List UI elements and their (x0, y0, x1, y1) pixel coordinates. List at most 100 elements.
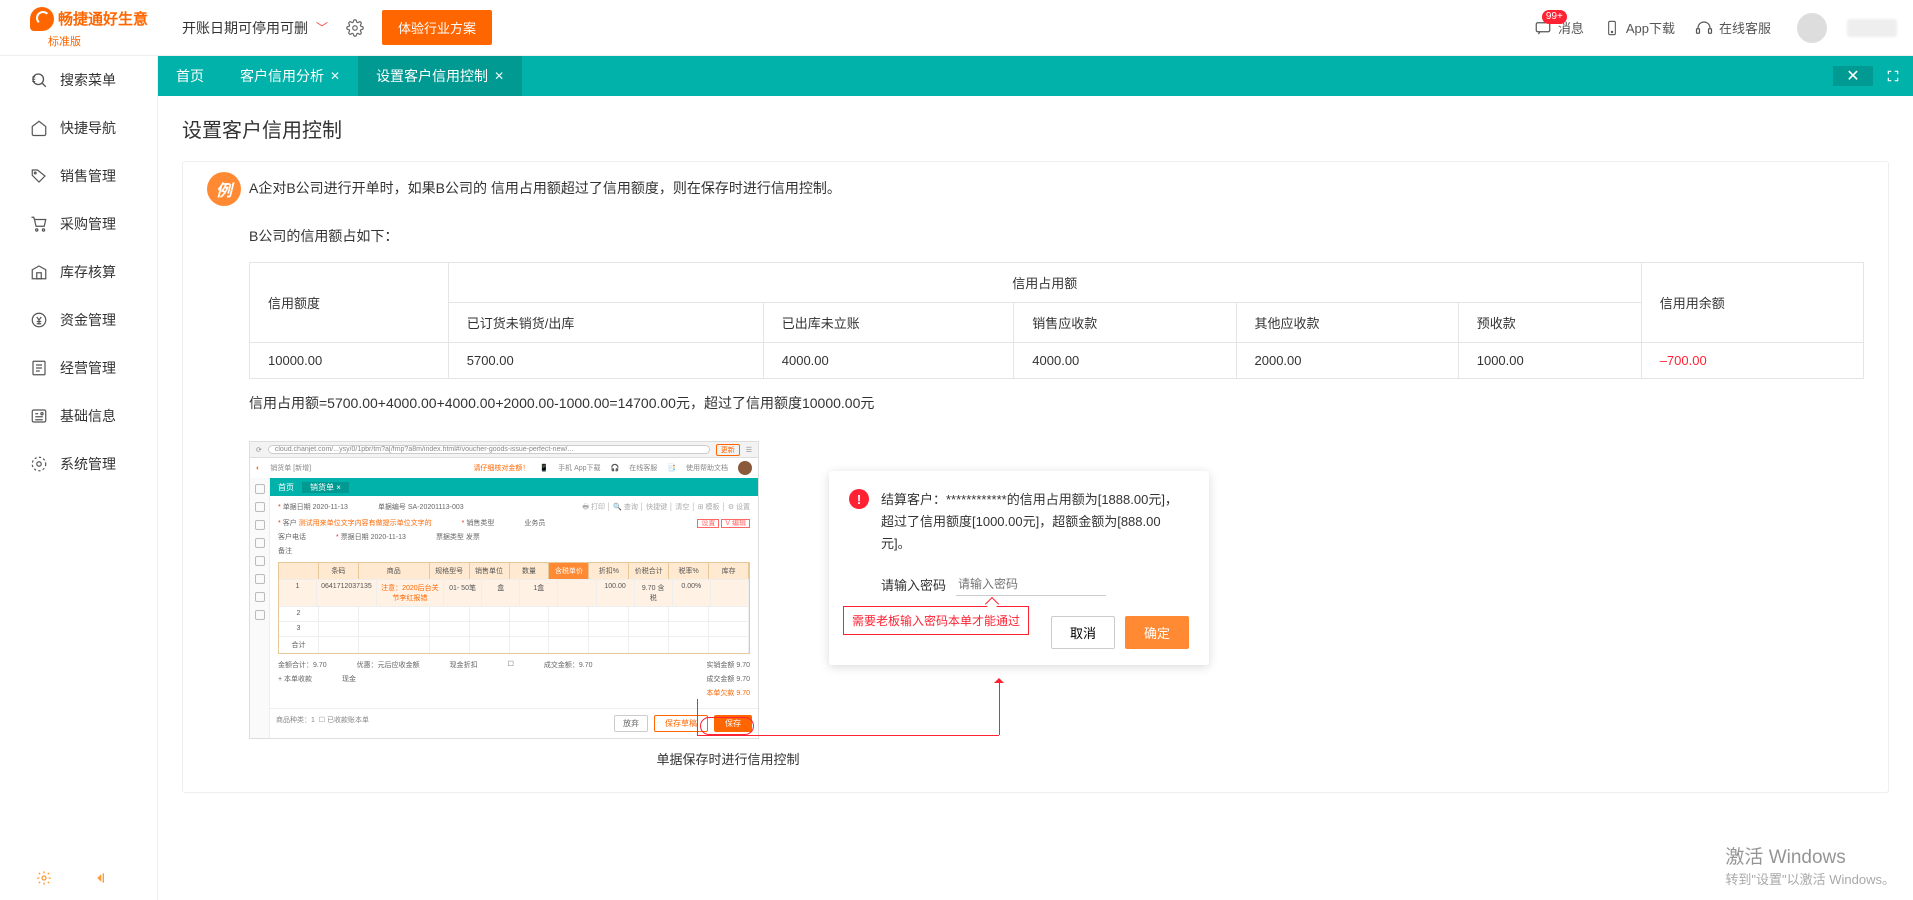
sidebar-item-label: 基础信息 (60, 406, 116, 426)
ft: 现金折扣 (450, 660, 478, 670)
messages-badge: 99+ (1542, 10, 1567, 24)
screenshot-abandon: 放弃 (614, 715, 648, 732)
settings-icon (30, 455, 48, 473)
tabs-close-all-button[interactable]: ✕ (1833, 66, 1873, 86)
cell-balance: –700.00 (1641, 343, 1863, 379)
sidebar: 搜索菜单 快捷导航 销售管理 采购管理 库存核算 资金管理 经营管理 基础信息 (0, 56, 158, 900)
example-description: A企对B公司进行开单时，如果B公司的 信用占用额超过了信用额度，则在保存时进行信… (249, 178, 841, 198)
cell: 2000.00 (1236, 343, 1458, 379)
ft: 已收款账本单 (327, 717, 369, 724)
credit-warning-dialog: ! 结算客户：************的信用占用额为[1888.00元]，超过了… (829, 471, 1209, 665)
sidebar-item-purchase[interactable]: 采购管理 (0, 200, 157, 248)
tabs-fullscreen-button[interactable] (1873, 69, 1913, 83)
sidebar-item-inventory[interactable]: 库存核算 (0, 248, 157, 296)
online-service-button[interactable]: 在线客服 (1695, 18, 1771, 37)
gc (711, 580, 749, 606)
gh: 规格型号 (430, 563, 470, 579)
password-input[interactable] (956, 573, 1106, 596)
sidebar-item-finance[interactable]: 资金管理 (0, 296, 157, 344)
dialog-ok-button[interactable]: 确定 (1125, 616, 1189, 649)
gc: 盒 (482, 580, 520, 606)
f: 备注 (278, 548, 292, 555)
ft: 成交金额 9.70 (706, 674, 750, 684)
f: 单据编号 (378, 504, 406, 511)
settings-gear-button[interactable] (346, 19, 364, 37)
illustration-caption: 单据保存时进行信用控制 (207, 749, 1207, 768)
account-selector-label: 开账日期可停用可删 (182, 18, 308, 38)
search-icon (30, 71, 48, 89)
ft: 本单收款 (284, 676, 312, 683)
annotation-arrow-v2 (999, 681, 1000, 735)
tab-credit-control-settings[interactable]: 设置客户信用控制 ✕ (358, 56, 522, 96)
annotation-arrow-v (697, 699, 698, 735)
user-avatar[interactable] (1797, 13, 1827, 43)
online-service-label: 在线客服 (1719, 18, 1771, 37)
illustration-row: ⟳ cloud.chanjet.com/...ysy/0/1pbr/tm?a[/… (207, 441, 1864, 739)
sidebar-item-system[interactable]: 系统管理 (0, 440, 157, 488)
th-credit-balance: 信用用余额 (1641, 263, 1863, 343)
dialog-cancel-button[interactable]: 取消 (1051, 616, 1115, 649)
gc: 3 (279, 622, 319, 636)
sidebar-footer-collapse-icon[interactable] (92, 870, 108, 886)
screenshot-save: 保存 (714, 715, 752, 732)
tab-home[interactable]: 首页 (158, 56, 222, 96)
screenshot-save-draft: 保存草稿 (654, 715, 708, 732)
ft: 商品种类：1 (276, 717, 315, 724)
gh: 税率% (669, 563, 709, 579)
ft: 实销金额 9.70 (706, 660, 750, 670)
page-body: 设置客户信用控制 例 A企对B公司进行开单时，如果B公司的 信用占用额超过了信用… (158, 96, 1913, 900)
gc: 9.70 含税 (635, 580, 673, 606)
f: 票据类型 发票 (436, 534, 480, 541)
sidebar-item-basicinfo[interactable]: 基础信息 (0, 392, 157, 440)
experience-industry-button[interactable]: 体验行业方案 (382, 10, 492, 45)
tab-credit-analysis[interactable]: 客户信用分析 ✕ (222, 56, 358, 96)
annotation-arrowhead-icon (994, 673, 1004, 683)
f: 销售类型 (466, 520, 494, 527)
sidebar-item-label: 库存核算 (60, 262, 116, 282)
tab-label: 首页 (176, 66, 204, 86)
account-selector[interactable]: 开账日期可停用可删 ﹀ (182, 18, 328, 38)
credit-table: 信用额度 信用占用额 信用用余额 已订货未销货/出库 已出库未立账 销售应收款 … (249, 262, 1864, 379)
gh: 折扣% (589, 563, 629, 579)
info-icon (30, 407, 48, 425)
headset-icon (1695, 19, 1713, 37)
b: 设置 (697, 519, 719, 528)
example-badge-icon: 例 (207, 172, 241, 206)
messages-button[interactable]: 消息 99+ (1534, 18, 1584, 37)
close-icon[interactable]: ✕ (494, 69, 504, 83)
sidebar-item-sales[interactable]: 销售管理 (0, 152, 157, 200)
v: 2020-11-13 (371, 534, 406, 541)
screenshot-inner-title: 销货单 [新增] (270, 463, 311, 473)
gc: 注意：2020后台关节李红报错 (377, 580, 444, 606)
th-sub: 已出库未立账 (763, 303, 1014, 343)
b: V 编辑 (721, 519, 750, 528)
f: 客户电话 (278, 534, 306, 541)
gh: 商品 (359, 563, 430, 579)
help-card: 例 A企对B公司进行开单时，如果B公司的 信用占用额超过了信用额度，则在保存时进… (182, 161, 1889, 793)
app-download-label: App下载 (1626, 18, 1675, 37)
cell: 1000.00 (1458, 343, 1641, 379)
close-icon[interactable]: ✕ (330, 69, 340, 83)
tab-label: 设置客户信用控制 (376, 66, 488, 86)
cart-icon (30, 215, 48, 233)
page-title: 设置客户信用控制 (182, 114, 1889, 143)
brand-name: 畅捷通好生意 (58, 8, 148, 29)
sidebar-item-quicknav[interactable]: 快捷导航 (0, 104, 157, 152)
ft: 本单欠款 9.70 (706, 688, 750, 698)
screenshot-link: 在线客服 (629, 463, 657, 473)
app-download-button[interactable]: App下载 (1604, 18, 1675, 37)
cell: 4000.00 (1014, 343, 1236, 379)
sidebar-item-search[interactable]: 搜索菜单 (0, 56, 157, 104)
sidebar-item-label: 系统管理 (60, 454, 116, 474)
gc: 1盒 (520, 580, 558, 606)
chevron-down-icon: ﹀ (316, 19, 328, 36)
gc: 01- 50笔 (444, 580, 482, 606)
f: 业务员 (524, 520, 545, 527)
example-subdescription: B公司的信用额占如下： (207, 226, 1864, 246)
sidebar-item-label: 搜索菜单 (60, 70, 116, 90)
gh: 库存 (709, 563, 749, 579)
sidebar-footer-settings-icon[interactable] (36, 870, 52, 886)
mobile-icon (1604, 19, 1620, 37)
cell-credit-limit: 10000.00 (250, 343, 449, 379)
sidebar-item-operations[interactable]: 经营管理 (0, 344, 157, 392)
